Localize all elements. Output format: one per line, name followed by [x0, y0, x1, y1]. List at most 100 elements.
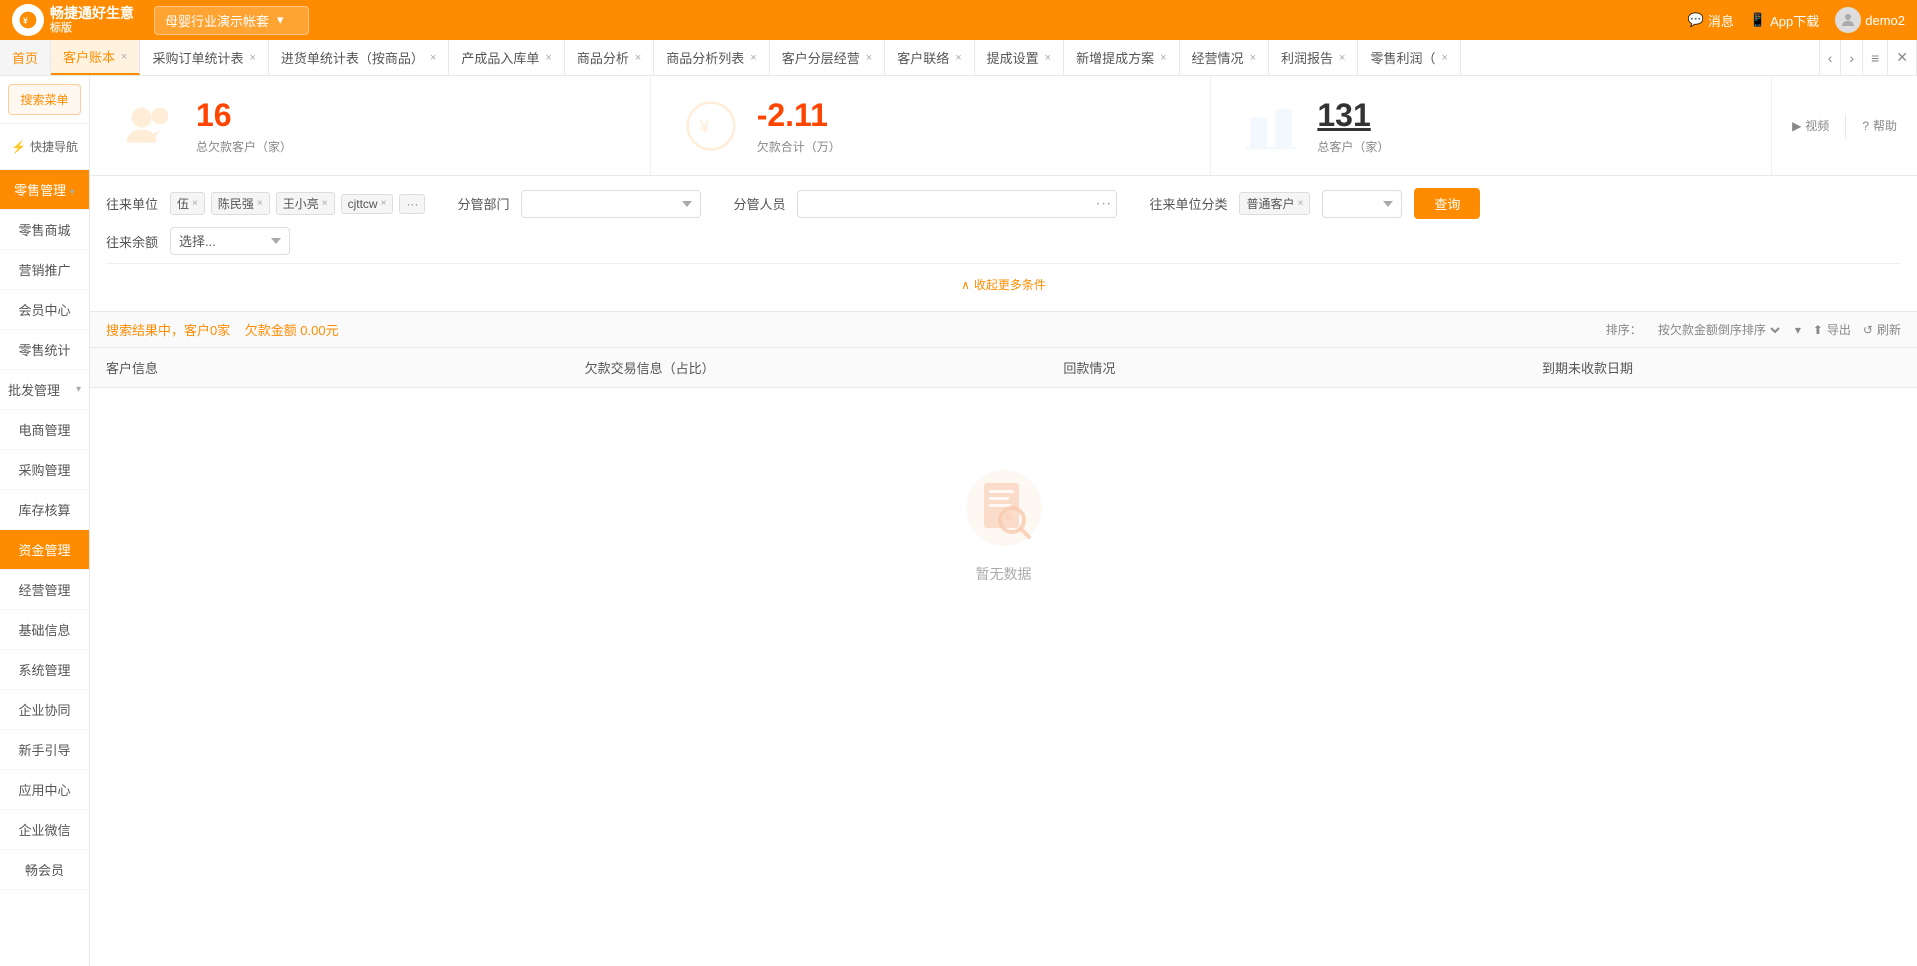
tabs-close-all-button[interactable]: ✕ [1888, 40, 1917, 75]
tab-purchase-order[interactable]: 采购订单统计表 × [140, 40, 268, 75]
export-button[interactable]: ⬆ 导出 [1813, 321, 1851, 338]
app-name: 畅捷通好生意 [50, 5, 134, 22]
filter-row-2: 往来余额 选择... [106, 227, 1901, 255]
sidebar-item-capital-mgmt[interactable]: 资金管理 [0, 530, 89, 570]
tab-product-analysis[interactable]: 商品分析 × [565, 40, 654, 75]
unit-tag-chen-remove[interactable]: × [257, 198, 263, 209]
sidebar-item-ecommerce-mgmt-label: 电商管理 [18, 423, 70, 438]
tabs-menu-button[interactable]: ≡ [1863, 40, 1888, 75]
tab-customer-book[interactable]: 客户账本 × [51, 40, 140, 75]
quick-nav-label: 快捷导航 [30, 138, 78, 155]
app-download-button[interactable]: 📱 App下载 [1750, 11, 1819, 30]
sidebar-item-inventory[interactable]: 库存核算 [0, 490, 89, 530]
tab-close-operation-status[interactable]: × [1250, 52, 1256, 64]
tab-operation-status[interactable]: 经营情况 × [1180, 40, 1269, 75]
empty-state-icon [964, 468, 1044, 548]
refresh-button[interactable]: ↺ 刷新 [1863, 321, 1901, 338]
store-selector[interactable]: 母婴行业演示帐套 ▾ [154, 6, 309, 35]
tab-close-promotion-settings[interactable]: × [1045, 52, 1051, 64]
sidebar-item-new-guide[interactable]: 新手引导 [0, 730, 89, 770]
unit-class-select-container [1322, 190, 1402, 218]
tab-inbound-stats[interactable]: 进货单统计表（按商品） × [269, 40, 449, 75]
export-label: 导出 [1827, 321, 1851, 338]
sidebar-item-retail-mall-label: 零售商城 [18, 223, 70, 238]
sidebar-item-retail-stats-label: 零售统计 [18, 343, 70, 358]
stat-total-value: 131 [1317, 96, 1389, 134]
tab-profit-report[interactable]: 利润报告 × [1269, 40, 1358, 75]
message-label: 消息 [1708, 11, 1734, 30]
search-menu-button[interactable]: 搜索菜单 [8, 84, 81, 115]
tab-close-cost-inbound[interactable]: × [545, 52, 551, 64]
message-button[interactable]: 💬 消息 [1688, 11, 1734, 30]
stat-item-total: 131 总客户（家） [1211, 76, 1772, 175]
sidebar-item-operation-mgmt[interactable]: 经营管理 [0, 570, 89, 610]
sort-select[interactable]: 按欠款金额倒序排序 [1654, 322, 1783, 338]
sidebar-item-system-mgmt[interactable]: 系统管理 [0, 650, 89, 690]
top-bar-center: 母婴行业演示帐套 ▾ [134, 6, 1688, 35]
unit-tag-cjttcw-remove[interactable]: × [381, 198, 387, 209]
sidebar-item-retail-mgmt[interactable]: 零售管理 ▾ [0, 170, 89, 210]
person-input-more[interactable]: ··· [1095, 195, 1111, 213]
help-button[interactable]: ? 帮助 [1862, 117, 1897, 134]
tab-close-product-analysis-list[interactable]: × [750, 52, 756, 64]
tab-close-inbound-stats[interactable]: × [430, 52, 436, 64]
collapse-button-label: 收起更多条件 [974, 276, 1046, 293]
tab-close-customer-tier[interactable]: × [866, 52, 872, 64]
tabs-next-button[interactable]: › [1841, 40, 1863, 75]
tab-close-purchase-order[interactable]: × [249, 52, 255, 64]
nav-tabs-actions: ‹ › ≡ ✕ [1819, 40, 1917, 75]
person-filter-input[interactable] [797, 190, 1117, 218]
tab-close-retail-profit[interactable]: × [1441, 52, 1447, 64]
dept-select[interactable] [521, 190, 701, 218]
sidebar-item-wholesale-mgmt[interactable]: 批发管理 ▾ [0, 370, 89, 410]
sidebar-item-app-center[interactable]: 应用中心 [0, 770, 89, 810]
sidebar-item-enterprise-wechat[interactable]: 企业微信 [0, 810, 89, 850]
action-divider [1845, 114, 1846, 138]
tab-customer-contact[interactable]: 客户联络 × [885, 40, 974, 75]
quick-nav-button[interactable]: ⚡ 快捷导航 [8, 132, 81, 161]
video-button[interactable]: ▶ 视频 [1792, 117, 1829, 134]
sidebar-item-capital-mgmt-label: 资金管理 [18, 543, 70, 558]
query-button[interactable]: 查询 [1414, 188, 1480, 219]
sidebar-item-member-center[interactable]: 会员中心 [0, 290, 89, 330]
tab-close-profit-report[interactable]: × [1339, 52, 1345, 64]
sidebar-item-retail-mgmt-label: 零售管理 [14, 183, 66, 198]
tab-add-promotion[interactable]: 新增提成方案 × [1064, 40, 1179, 75]
unit-tag-wu-remove[interactable]: × [192, 198, 198, 209]
tab-close-customer-contact[interactable]: × [955, 52, 961, 64]
svg-text:¥: ¥ [23, 15, 28, 25]
tab-close-product-analysis[interactable]: × [635, 52, 641, 64]
unit-tag-wang-remove[interactable]: × [322, 198, 328, 209]
sidebar-item-ecommerce-mgmt[interactable]: 电商管理 [0, 410, 89, 450]
sidebar-item-marketing[interactable]: 营销推广 [0, 250, 89, 290]
sidebar-item-enterprise-collab-label: 企业协同 [18, 703, 70, 718]
tab-promotion-settings[interactable]: 提成设置 × [975, 40, 1064, 75]
sidebar-item-purchase-mgmt[interactable]: 采购管理 [0, 450, 89, 490]
sidebar-item-system-mgmt-label: 系统管理 [18, 663, 70, 678]
tab-customer-tier[interactable]: 客户分层经营 × [770, 40, 885, 75]
top-bar-left: ¥ 畅捷通好生意 标版 [12, 4, 134, 36]
tab-product-analysis-list[interactable]: 商品分析列表 × [654, 40, 769, 75]
store-dropdown-icon: ▾ [277, 12, 284, 28]
tab-retail-profit[interactable]: 零售利润（ × [1358, 40, 1460, 75]
unit-class-select[interactable] [1322, 190, 1402, 218]
unit-class-tag-remove[interactable]: × [1298, 198, 1304, 209]
sidebar-item-vip-member-label: 畅会员 [25, 863, 64, 878]
tab-close-customer-book[interactable]: × [121, 51, 127, 63]
balance-select[interactable]: 选择... [170, 227, 290, 255]
tab-home[interactable]: 首页 [0, 40, 51, 75]
tab-product-analysis-label: 商品分析 [577, 48, 629, 67]
tab-cost-inbound[interactable]: 产成品入库单 × [449, 40, 564, 75]
stat-item-debt: ¥ -2.11 欠款合计（万） [651, 76, 1212, 175]
refresh-icon: ↺ [1863, 323, 1873, 337]
sidebar-item-enterprise-collab[interactable]: 企业协同 [0, 690, 89, 730]
sidebar-item-retail-mall[interactable]: 零售商城 [0, 210, 89, 250]
sidebar-item-basic-info[interactable]: 基础信息 [0, 610, 89, 650]
user-profile[interactable]: demo2 [1835, 7, 1905, 33]
collapse-button[interactable]: ∧ 收起更多条件 [961, 270, 1046, 299]
tab-close-add-promotion[interactable]: × [1160, 52, 1166, 64]
sidebar-item-retail-stats[interactable]: 零售统计 [0, 330, 89, 370]
sidebar-item-vip-member[interactable]: 畅会员 [0, 850, 89, 890]
tabs-prev-button[interactable]: ‹ [1820, 40, 1842, 75]
unit-tags-more[interactable]: ··· [399, 194, 425, 214]
